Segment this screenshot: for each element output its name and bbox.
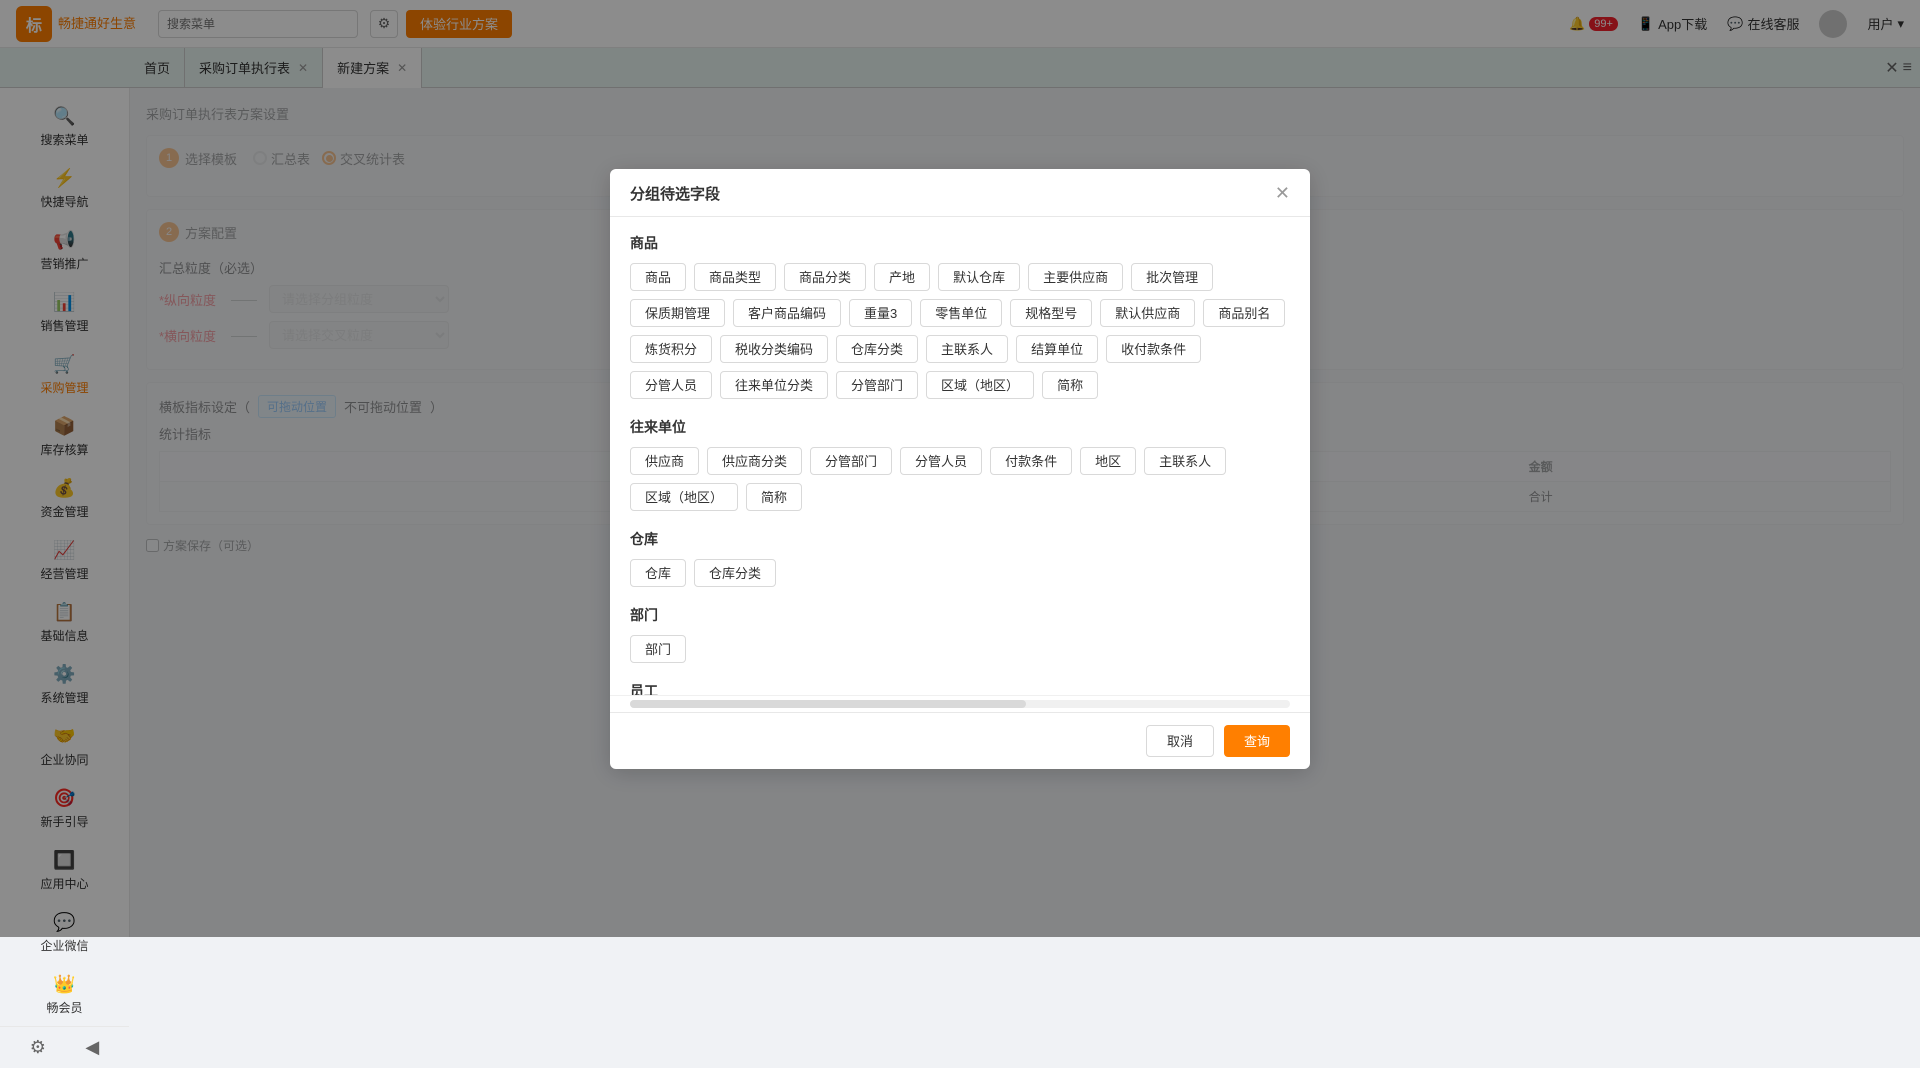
modal-close-button[interactable]: ✕: [1275, 183, 1290, 204]
sidebar-item-member[interactable]: 👑 畅会员: [0, 964, 129, 1026]
field-tag-warehouse-cat[interactable]: 仓库分类: [694, 559, 776, 587]
field-tag-retail-unit[interactable]: 零售单位: [920, 299, 1002, 327]
field-tag-origin[interactable]: 产地: [874, 263, 930, 291]
field-tag-warehouse-category[interactable]: 仓库分类: [836, 335, 918, 363]
sidebar-bottom: ⚙ ◀: [0, 1026, 129, 1068]
member-icon: 👑: [53, 974, 75, 995]
field-tag-supplier[interactable]: 供应商: [630, 447, 699, 475]
field-tag-abbr-partner[interactable]: 简称: [746, 483, 802, 511]
field-tag-default-warehouse[interactable]: 默认仓库: [938, 263, 1020, 291]
field-tag-dept-partner[interactable]: 分管部门: [810, 447, 892, 475]
field-tag-abbr-product[interactable]: 简称: [1042, 371, 1098, 399]
modal-hscrollbar[interactable]: [630, 700, 1290, 708]
sidebar-settings-btn[interactable]: ⚙: [30, 1037, 46, 1058]
field-tag-weight3[interactable]: 重量3: [849, 299, 912, 327]
modal-overlay: 分组待选字段 ✕ 商品 商品 商品类型 商品分类 产地 默认仓库 主要供应商 批…: [0, 0, 1920, 937]
field-tag-default-supplier[interactable]: 默认供应商: [1100, 299, 1195, 327]
field-select-modal: 分组待选字段 ✕ 商品 商品 商品类型 商品分类 产地 默认仓库 主要供应商 批…: [610, 169, 1310, 769]
field-tag-area[interactable]: 地区: [1080, 447, 1136, 475]
modal-body[interactable]: 商品 商品 商品类型 商品分类 产地 默认仓库 主要供应商 批次管理 保质期管理…: [610, 217, 1310, 695]
field-tag-warehouse[interactable]: 仓库: [630, 559, 686, 587]
group-employee-title: 员工: [630, 681, 1290, 695]
field-tag-partner-category[interactable]: 往来单位分类: [720, 371, 828, 399]
confirm-button[interactable]: 查询: [1224, 725, 1290, 757]
field-tag-dept[interactable]: 部门: [630, 635, 686, 663]
group-warehouse-tags: 仓库 仓库分类: [630, 559, 1290, 587]
field-tag-region-partner[interactable]: 区域（地区）: [630, 483, 738, 511]
field-tag-batch-mgmt[interactable]: 批次管理: [1131, 263, 1213, 291]
field-tag-main-contact-partner[interactable]: 主联系人: [1144, 447, 1226, 475]
field-tag-payment-cond[interactable]: 付款条件: [990, 447, 1072, 475]
field-tag-product-type[interactable]: 商品类型: [694, 263, 776, 291]
group-product-title: 商品: [630, 233, 1290, 253]
group-partner: 往来单位 供应商 供应商分类 分管部门 分管人员 付款条件 地区 主联系人 区域…: [630, 417, 1290, 511]
field-tag-main-supplier[interactable]: 主要供应商: [1028, 263, 1123, 291]
field-tag-customer-code[interactable]: 客户商品编码: [733, 299, 841, 327]
group-product-tags: 商品 商品类型 商品分类 产地 默认仓库 主要供应商 批次管理 保质期管理 客户…: [630, 263, 1290, 399]
modal-footer: 取消 查询: [610, 712, 1310, 769]
field-tag-product[interactable]: 商品: [630, 263, 686, 291]
field-tag-product-category[interactable]: 商品分类: [784, 263, 866, 291]
field-tag-spec-model[interactable]: 规格型号: [1010, 299, 1092, 327]
field-tag-dept-responsible[interactable]: 分管部门: [836, 371, 918, 399]
field-tag-region-product[interactable]: 区域（地区）: [926, 371, 1034, 399]
field-tag-supervisor-partner[interactable]: 分管人员: [900, 447, 982, 475]
sidebar-member-label: 畅会员: [46, 999, 82, 1016]
modal-scroll-area: [610, 695, 1310, 712]
group-product: 商品 商品 商品类型 商品分类 产地 默认仓库 主要供应商 批次管理 保质期管理…: [630, 233, 1290, 399]
group-warehouse-title: 仓库: [630, 529, 1290, 549]
field-tag-product-alias[interactable]: 商品别名: [1203, 299, 1285, 327]
field-tag-smelt-points[interactable]: 炼货积分: [630, 335, 712, 363]
field-tag-main-contact[interactable]: 主联系人: [926, 335, 1008, 363]
group-employee: 员工 业务员: [630, 681, 1290, 695]
group-partner-tags: 供应商 供应商分类 分管部门 分管人员 付款条件 地区 主联系人 区域（地区） …: [630, 447, 1290, 511]
group-partner-title: 往来单位: [630, 417, 1290, 437]
sidebar-wechat-label: 企业微信: [40, 937, 88, 954]
modal-header: 分组待选字段 ✕: [610, 169, 1310, 217]
field-tag-payment-terms[interactable]: 收付款条件: [1106, 335, 1201, 363]
group-warehouse: 仓库 仓库 仓库分类: [630, 529, 1290, 587]
field-tag-expiry-mgmt[interactable]: 保质期管理: [630, 299, 725, 327]
field-tag-supervisor[interactable]: 分管人员: [630, 371, 712, 399]
group-dept-title: 部门: [630, 605, 1290, 625]
field-tag-tax-code[interactable]: 税收分类编码: [720, 335, 828, 363]
sidebar-collapse-btn[interactable]: ◀: [85, 1037, 99, 1058]
field-tag-supplier-category[interactable]: 供应商分类: [707, 447, 802, 475]
cancel-button[interactable]: 取消: [1146, 725, 1214, 757]
modal-title: 分组待选字段: [630, 183, 720, 204]
group-dept: 部门 部门: [630, 605, 1290, 663]
field-tag-settlement-unit[interactable]: 结算单位: [1016, 335, 1098, 363]
group-dept-tags: 部门: [630, 635, 1290, 663]
